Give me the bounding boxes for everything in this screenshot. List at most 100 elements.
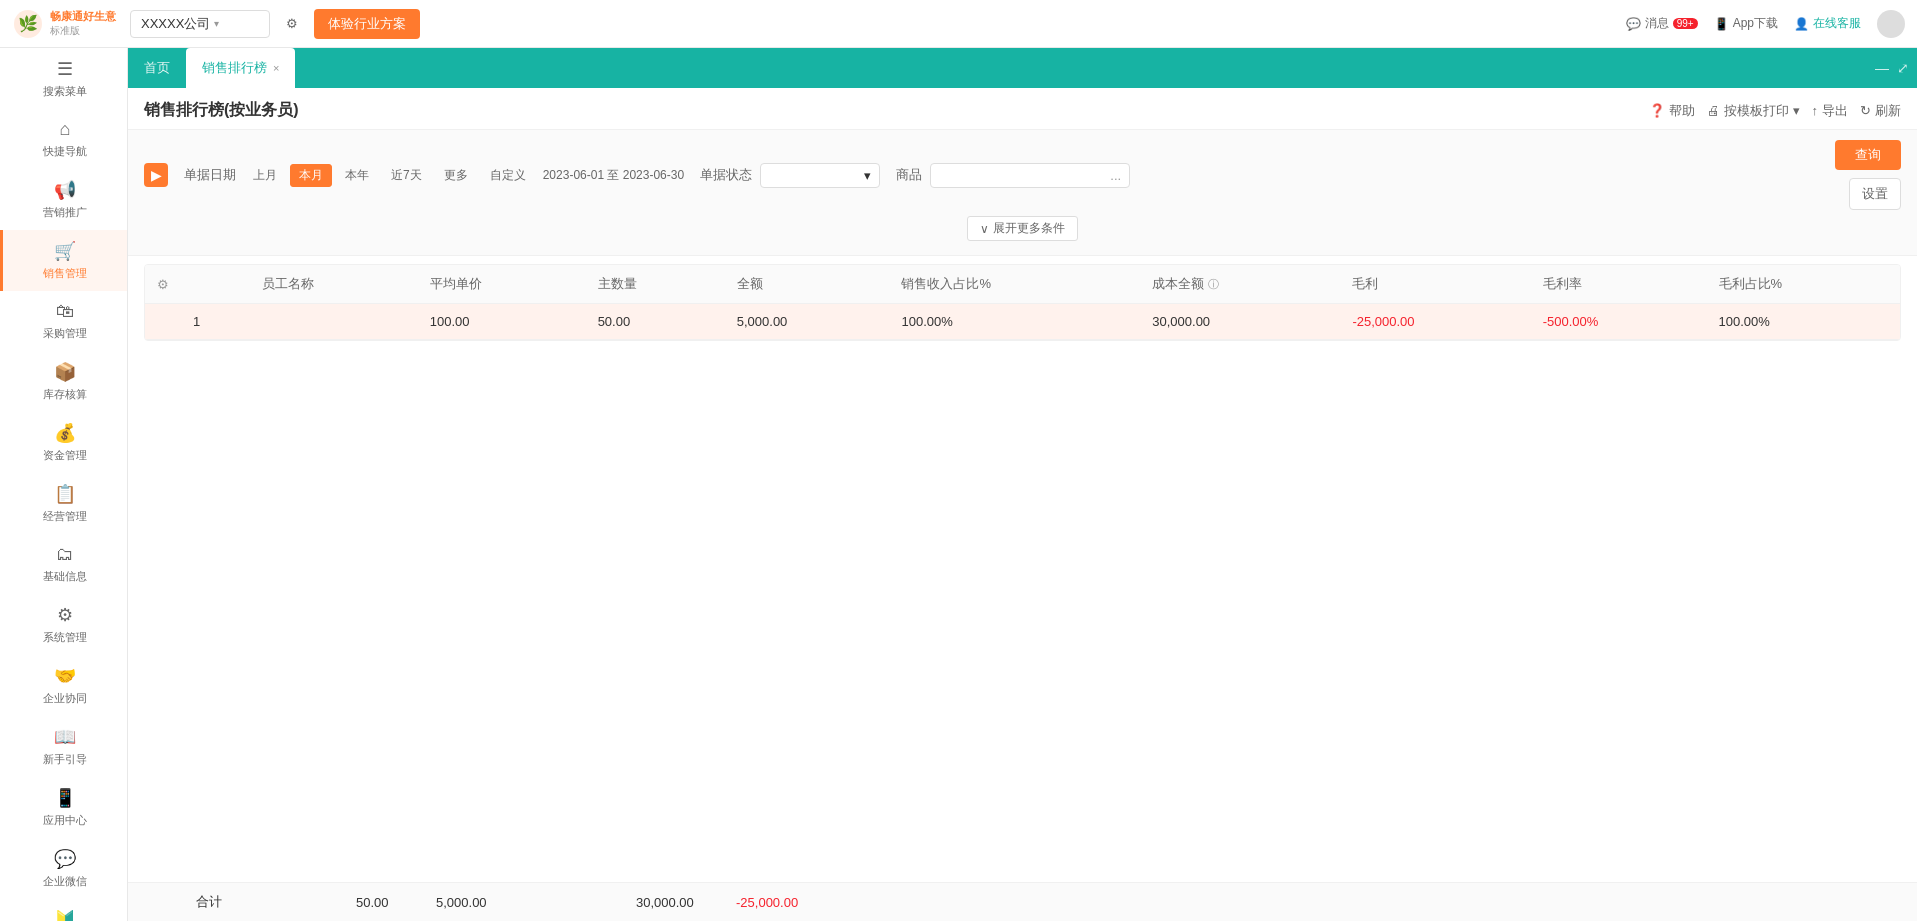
status-select[interactable]: ▾	[760, 163, 880, 188]
sidebar-label-purchase: 采购管理	[43, 326, 87, 341]
row-employee-0	[250, 304, 418, 340]
query-button[interactable]: 查询	[1835, 140, 1901, 170]
sidebar-item-base[interactable]: 🗂 基础信息	[0, 534, 127, 594]
date-btn-last-month[interactable]: 上月	[244, 164, 286, 187]
sidebar-label-search: 搜索菜单	[43, 84, 87, 99]
sidebar: ☰ 搜索菜单 ⌂ 快捷导航 📢 营销推广 🛒 销售管理 🛍 采购管理 📦 库存核…	[0, 48, 128, 921]
sidebar-item-enterprise[interactable]: 🤝 企业协同	[0, 655, 127, 716]
tab-home[interactable]: 首页	[128, 48, 186, 88]
app-download-button[interactable]: 📱 App下载	[1714, 15, 1778, 32]
online-service-label: 在线客服	[1813, 15, 1861, 32]
print-chevron: ▾	[1793, 103, 1800, 118]
tab-minimize-icon[interactable]: —	[1875, 60, 1889, 76]
date-filter-label: 单据日期	[184, 166, 236, 184]
sidebar-icon-base: 🗂	[56, 544, 74, 565]
sidebar-icon-operations: 📋	[54, 483, 76, 505]
col-avg-price: 平均单价	[418, 265, 586, 304]
date-btn-this-year[interactable]: 本年	[336, 164, 378, 187]
sidebar-icon-search: ☰	[57, 58, 73, 80]
row-profit-rate-0: -500.00%	[1531, 304, 1707, 340]
row-rank-0: 1	[181, 304, 250, 340]
home-tab-label: 首页	[144, 59, 170, 77]
company-name: XXXXX公司	[141, 15, 210, 33]
sidebar-item-finance[interactable]: 💰 资金管理	[0, 412, 127, 473]
sidebar-label-finance: 资金管理	[43, 448, 87, 463]
sidebar-item-system[interactable]: ⚙ 系统管理	[0, 594, 127, 655]
sidebar-icon-marketing: 📢	[54, 179, 76, 201]
col-cost: 成本全额 ⓘ	[1140, 265, 1340, 304]
cost-info-icon[interactable]: ⓘ	[1208, 278, 1219, 290]
date-btn-more[interactable]: 更多	[435, 164, 477, 187]
date-btn-this-month[interactable]: 本月	[290, 164, 332, 187]
table-area: ⚙ 员工名称 平均单价 主数量 全额 销售收入占比% 成本全额 ⓘ	[128, 264, 1917, 357]
top-bar: 🌿 畅康通好生意 标准版 XXXXX公司 ▾ ⚙ 体验行业方案 💬 消息 99+…	[0, 0, 1917, 48]
row-cost-0: 30,000.00	[1140, 304, 1340, 340]
help-button[interactable]: ❓ 帮助	[1649, 102, 1695, 120]
row-amount-0: 5,000.00	[725, 304, 890, 340]
table-header-row: ⚙ 员工名称 平均单价 主数量 全额 销售收入占比% 成本全额 ⓘ	[145, 265, 1900, 304]
active-tab-label: 销售排行榜	[202, 59, 267, 77]
message-button[interactable]: 💬 消息 99+	[1626, 15, 1698, 32]
date-filter: 单据日期 上月 本月 本年 近7天 更多 自定义 2023-06-01 至 20…	[184, 164, 684, 187]
sidebar-item-guide[interactable]: 📖 新手引导	[0, 716, 127, 777]
col-profit-rate: 毛利率	[1531, 265, 1707, 304]
row-avg-price-0: 100.00	[418, 304, 586, 340]
settings-icon-button[interactable]: ⚙	[278, 10, 306, 38]
total-profit: -25,000.00	[736, 895, 836, 910]
main-area: ☰ 搜索菜单 ⌂ 快捷导航 📢 营销推广 🛒 销售管理 🛍 采购管理 📦 库存核…	[0, 48, 1917, 921]
sidebar-label-apps: 应用中心	[43, 813, 87, 828]
sidebar-item-search[interactable]: ☰ 搜索菜单	[0, 48, 127, 109]
logo-area: 🌿 畅康通好生意 标准版	[12, 8, 122, 40]
sidebar-item-operations[interactable]: 📋 经营管理	[0, 473, 127, 534]
sidebar-item-apps[interactable]: 📱 应用中心	[0, 777, 127, 838]
sidebar-label-quick-nav: 快捷导航	[43, 144, 87, 159]
table-body: 1 100.00 50.00 5,000.00 100.00% 30,000.0…	[145, 304, 1900, 340]
refresh-button[interactable]: ↻ 刷新	[1860, 102, 1901, 120]
app-download-label: App下载	[1733, 15, 1778, 32]
page-header: 销售排行榜(按业务员) ❓ 帮助 🖨 按模板打印 ▾	[128, 88, 1917, 130]
sidebar-item-quick-nav[interactable]: ⌂ 快捷导航	[0, 109, 127, 169]
sidebar-item-member[interactable]: 🔰 畅会员	[0, 899, 127, 921]
col-employee: 员工名称	[250, 265, 418, 304]
tab-maximize-icon[interactable]: ⤢	[1897, 60, 1909, 76]
svg-text:🌿: 🌿	[18, 14, 38, 33]
message-label: 消息	[1645, 15, 1669, 32]
user-avatar[interactable]	[1877, 10, 1905, 38]
sidebar-item-purchase[interactable]: 🛍 采购管理	[0, 291, 127, 351]
sidebar-item-marketing[interactable]: 📢 营销推广	[0, 169, 127, 230]
company-selector[interactable]: XXXXX公司 ▾	[130, 10, 270, 38]
tab-close-icon[interactable]: ×	[273, 62, 279, 74]
goods-select[interactable]: ...	[930, 163, 1130, 188]
expand-arrow-button[interactable]: ▶	[144, 163, 168, 187]
data-table: ⚙ 员工名称 平均单价 主数量 全额 销售收入占比% 成本全额 ⓘ	[145, 265, 1900, 340]
print-label: 按模板打印	[1724, 102, 1789, 120]
print-button[interactable]: 🖨 按模板打印 ▾	[1707, 102, 1800, 120]
sidebar-label-inventory: 库存核算	[43, 387, 87, 402]
sidebar-item-inventory[interactable]: 📦 库存核算	[0, 351, 127, 412]
sidebar-label-wechat: 企业微信	[43, 874, 87, 889]
total-amount: 5,000.00	[436, 895, 536, 910]
sidebar-icon-apps: 📱	[54, 787, 76, 809]
expand-more-button[interactable]: ∨ 展开更多条件	[967, 216, 1078, 241]
sidebar-icon-wechat: 💬	[54, 848, 76, 870]
sidebar-item-wechat[interactable]: 💬 企业微信	[0, 838, 127, 899]
table-settings-icon[interactable]: ⚙	[157, 277, 169, 292]
col-settings: ⚙	[145, 265, 181, 304]
tabs-bar: 首页 销售排行榜 × — ⤢	[128, 48, 1917, 88]
setting-button[interactable]: 设置	[1849, 178, 1901, 210]
export-button[interactable]: ↑ 导出	[1812, 102, 1849, 120]
online-service-button[interactable]: 👤 在线客服	[1794, 15, 1861, 32]
date-btn-7days[interactable]: 近7天	[382, 164, 431, 187]
date-btn-custom[interactable]: 自定义	[481, 164, 535, 187]
sidebar-icon-purchase: 🛍	[56, 301, 74, 322]
content-area: 首页 销售排行榜 × — ⤢ 销售排行榜(按业务员)	[128, 48, 1917, 921]
sidebar-label-guide: 新手引导	[43, 752, 87, 767]
sidebar-item-sales[interactable]: 🛒 销售管理	[0, 230, 127, 291]
total-row: 合计 50.00 5,000.00 30,000.00 -25,000.00	[128, 882, 1917, 921]
sidebar-label-base: 基础信息	[43, 569, 87, 584]
export-label: 导出	[1822, 102, 1848, 120]
help-icon: ❓	[1649, 103, 1665, 118]
tab-sales-ranking[interactable]: 销售排行榜 ×	[186, 48, 295, 88]
goods-more-icon[interactable]: ...	[1110, 168, 1121, 183]
trial-button[interactable]: 体验行业方案	[314, 9, 420, 39]
